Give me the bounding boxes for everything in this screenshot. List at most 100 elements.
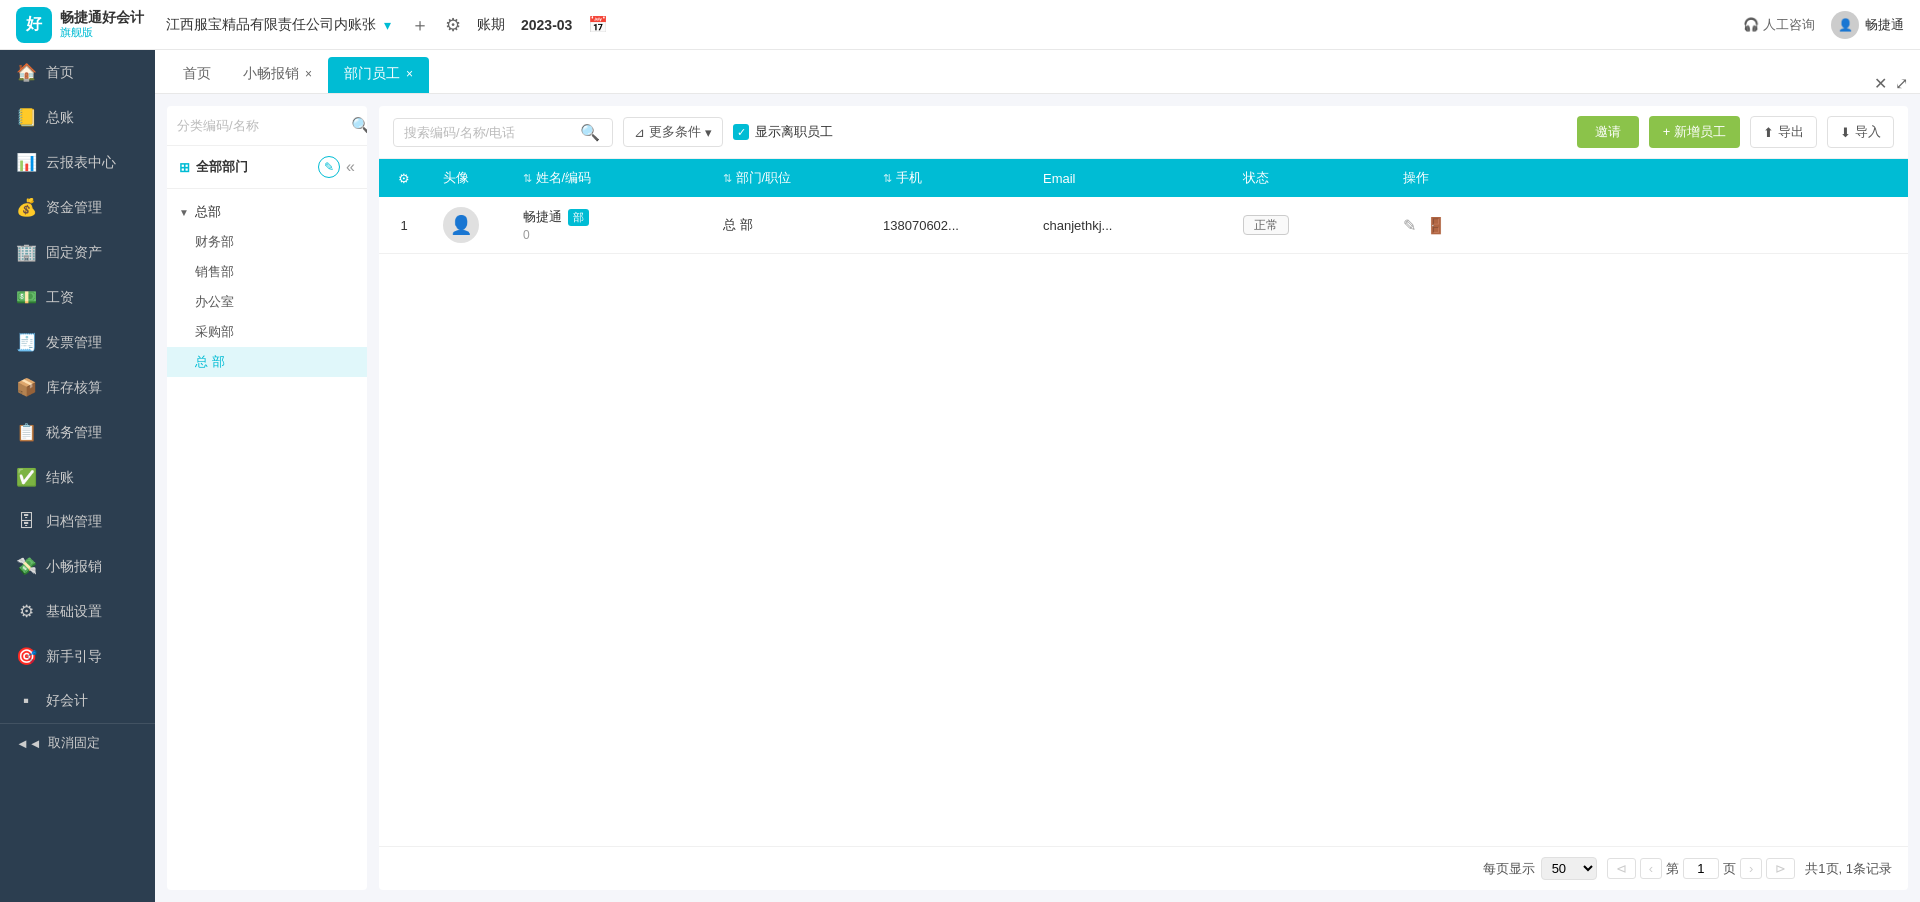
filter-button[interactable]: ⊿ 更多条件 ▾: [623, 117, 723, 147]
show-resigned-toggle[interactable]: ✓ 显示离职员工: [733, 123, 833, 141]
tabs-bar: 首页 小畅报销 × 部门员工 × ✕ ⤢: [155, 50, 1920, 94]
pin-icon: ◄◄: [16, 736, 42, 751]
tab-xiaochangbaoxiao-label: 小畅报销: [243, 65, 299, 83]
inventory-icon: 📦: [16, 377, 36, 398]
funds-icon: 💰: [16, 197, 36, 218]
row-dept-cell: 总 部: [709, 197, 869, 254]
delete-employee-button[interactable]: 🚪: [1426, 216, 1446, 235]
tab-bumenyuangong-label: 部门员工: [344, 65, 400, 83]
import-label: 导入: [1855, 123, 1881, 141]
logo-icon: 好: [16, 7, 52, 43]
sidebar-item-salary[interactable]: 💵 工资: [0, 275, 155, 320]
sidebar-item-more[interactable]: ▪ 好会计: [0, 679, 155, 723]
sidebar-item-label: 结账: [46, 469, 74, 487]
main-layout: 🏠 首页 📒 总账 📊 云报表中心 💰 资金管理 🏢 固定资产 💵 工资 🧾 发…: [0, 50, 1920, 902]
total-info: 共1页, 1条记录: [1805, 860, 1892, 878]
sidebar-item-home[interactable]: 🏠 首页: [0, 50, 155, 95]
period-label: 账期: [477, 16, 505, 34]
emp-search-icon[interactable]: 🔍: [580, 123, 600, 142]
invoice-icon: 🧾: [16, 332, 36, 353]
col-phone[interactable]: ⇅ 手机: [869, 159, 1029, 197]
close-all-tabs-button[interactable]: ✕: [1874, 74, 1887, 93]
page-number-input[interactable]: [1683, 858, 1719, 879]
sidebar-item-guide[interactable]: 🎯 新手引导: [0, 634, 155, 679]
col-dept[interactable]: ⇅ 部门/职位: [709, 159, 869, 197]
dept-edit-button[interactable]: ✎: [318, 156, 340, 178]
sidebar-item-assets[interactable]: 🏢 固定资产: [0, 230, 155, 275]
cancel-pin-button[interactable]: ◄◄ 取消固定: [0, 723, 155, 762]
filter-icon: ⊿: [634, 125, 645, 140]
sidebar-item-label: 总账: [46, 109, 74, 127]
user-menu[interactable]: 👤 畅捷通: [1831, 11, 1904, 39]
dept-leaf-caigoubu[interactable]: 采购部: [167, 317, 367, 347]
page-content: 🔍 ⊞ 全部部门 ✎ « ▼ 总部: [155, 94, 1920, 902]
sidebar-item-funds[interactable]: 💰 资金管理: [0, 185, 155, 230]
col-status: 状态: [1229, 159, 1389, 197]
tab-xiaochangbaoxiao[interactable]: 小畅报销 ×: [227, 57, 328, 93]
tax-icon: 📋: [16, 422, 36, 443]
prev-page-button[interactable]: ‹: [1640, 858, 1662, 879]
row-index: 1: [379, 197, 429, 254]
edit-employee-button[interactable]: ✎: [1403, 216, 1416, 235]
dept-search-icon[interactable]: 🔍: [351, 116, 367, 135]
invite-button[interactable]: 邀请: [1577, 116, 1639, 148]
dept-group-header[interactable]: ▼ 总部: [167, 197, 367, 227]
dept-collapse-button[interactable]: «: [346, 158, 355, 176]
salary-icon: 💵: [16, 287, 36, 308]
dept-leaf-bangongshi[interactable]: 办公室: [167, 287, 367, 317]
emp-search-input[interactable]: [404, 125, 574, 140]
col-email: Email: [1029, 159, 1229, 197]
export-button[interactable]: ⬆ 导出: [1750, 116, 1817, 148]
close-tab-xiaochang[interactable]: ×: [305, 67, 312, 81]
last-page-button[interactable]: ⊳: [1766, 858, 1795, 879]
next-page-button[interactable]: ›: [1740, 858, 1762, 879]
sidebar-item-xiaochang[interactable]: 💸 小畅报销: [0, 544, 155, 589]
emp-search-box: 🔍: [393, 118, 613, 147]
sidebar-item-basic[interactable]: ⚙ 基础设置: [0, 589, 155, 634]
add-tab-button[interactable]: ＋: [411, 13, 429, 37]
export-icon: ⬆: [1763, 125, 1774, 140]
table-row: 1 👤 畅捷通 部 0: [379, 197, 1908, 254]
emp-table: ⚙ 头像 ⇅ 姓名/编码 ⇅ 部门/职位 ⇅ 手机: [379, 159, 1908, 846]
user-name: 畅捷通: [1865, 16, 1904, 34]
close-tab-bumenyuangong[interactable]: ×: [406, 67, 413, 81]
calendar-icon[interactable]: 📅: [588, 15, 608, 34]
dept-leaf-xiaoshoubu[interactable]: 销售部: [167, 257, 367, 287]
company-selector[interactable]: 江西服宝精品有限责任公司内账张 ▾: [166, 16, 391, 34]
dept-leaf-caiwubu[interactable]: 财务部: [167, 227, 367, 257]
sidebar-item-ledger[interactable]: 📒 总账: [0, 95, 155, 140]
sidebar-item-label: 工资: [46, 289, 74, 307]
sidebar-item-archive[interactable]: 🗄 归档管理: [0, 500, 155, 544]
reports-icon: 📊: [16, 152, 36, 173]
sidebar-item-tax[interactable]: 📋 税务管理: [0, 410, 155, 455]
service-link[interactable]: 🎧 人工咨询: [1743, 16, 1815, 34]
row-email-cell: chanjethkj...: [1029, 197, 1229, 254]
add-employee-button[interactable]: + 新增员工: [1649, 116, 1740, 148]
tab-home[interactable]: 首页: [167, 57, 227, 93]
per-page-select[interactable]: 50 10 20 100: [1541, 857, 1597, 880]
sidebar-item-label: 税务管理: [46, 424, 102, 442]
employees-panel: 🔍 ⊿ 更多条件 ▾ ✓ 显示离职员工 邀请 + 新增员工: [379, 106, 1908, 890]
tab-home-label: 首页: [183, 65, 211, 83]
cancel-pin-label: 取消固定: [48, 734, 100, 752]
col-name[interactable]: ⇅ 姓名/编码: [509, 159, 709, 197]
sidebar-item-checkout[interactable]: ✅ 结账: [0, 455, 155, 500]
action-buttons: ✎ 🚪: [1403, 216, 1894, 235]
col-settings[interactable]: ⚙: [379, 159, 429, 197]
expand-button[interactable]: ⤢: [1895, 74, 1908, 93]
sidebar-item-inventory[interactable]: 📦 库存核算: [0, 365, 155, 410]
sidebar-item-invoice[interactable]: 🧾 发票管理: [0, 320, 155, 365]
settings-button[interactable]: ⚙: [445, 14, 461, 36]
tab-bumenyuangong[interactable]: 部门员工 ×: [328, 57, 429, 93]
row-phone-cell: 138070602...: [869, 197, 1029, 254]
dept-search-input[interactable]: [177, 118, 345, 133]
import-button[interactable]: ⬇ 导入: [1827, 116, 1894, 148]
sidebar-item-label: 新手引导: [46, 648, 102, 666]
ledger-icon: 📒: [16, 107, 36, 128]
row-status-cell: 正常: [1229, 197, 1389, 254]
first-page-button[interactable]: ⊲: [1607, 858, 1636, 879]
dept-leaf-zongbu[interactable]: 总 部: [167, 347, 367, 377]
service-label: 人工咨询: [1763, 16, 1815, 34]
col-avatar: 头像: [429, 159, 509, 197]
sidebar-item-reports[interactable]: 📊 云报表中心: [0, 140, 155, 185]
